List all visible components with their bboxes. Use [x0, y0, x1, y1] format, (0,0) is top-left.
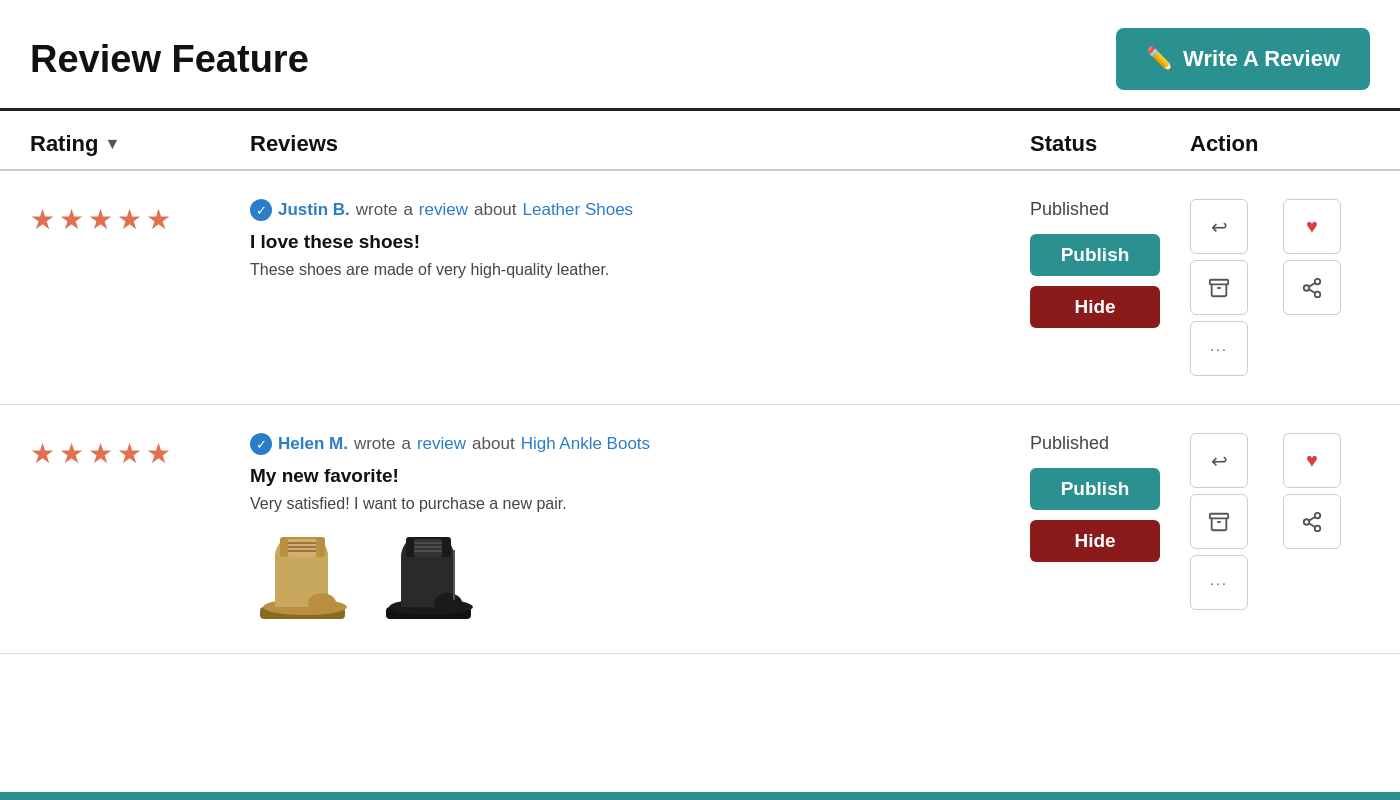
like-button[interactable]: ♥ [1283, 199, 1341, 254]
bottom-bar [0, 792, 1400, 800]
action-column: ↩ ♥ ··· [1190, 199, 1370, 376]
star-2: ★ [59, 437, 84, 470]
rating-column-header[interactable]: Rating ▼ [30, 131, 250, 157]
star-3: ★ [88, 437, 113, 470]
boot-image-dark [376, 525, 486, 625]
action-column: ↩ ♥ ··· [1190, 433, 1370, 610]
svg-point-3 [1315, 291, 1321, 297]
star-rating: ★ ★ ★ ★ ★ [30, 433, 250, 470]
wrote-text: wrote [354, 434, 396, 454]
sort-arrow-icon: ▼ [104, 135, 120, 153]
action-column-header: Action [1190, 131, 1370, 157]
a-text: a [403, 200, 412, 220]
reply-button[interactable]: ↩ [1190, 199, 1248, 254]
review-meta: ✓ Justin B. wrote a review about Leather… [250, 199, 1010, 221]
table-header: Rating ▼ Reviews Status Action [0, 111, 1400, 171]
share-button[interactable] [1283, 260, 1341, 315]
page-title: Review Feature [30, 38, 309, 81]
svg-point-24 [1315, 512, 1321, 518]
svg-line-4 [1309, 289, 1315, 293]
status-column: Published Publish Hide [1030, 433, 1190, 562]
review-title: My new favorite! [250, 465, 1010, 487]
review-images [250, 525, 1010, 625]
star-4: ★ [117, 437, 142, 470]
reviewer-name[interactable]: Helen M. [278, 434, 348, 454]
pencil-icon: ✏️ [1146, 46, 1173, 72]
svg-point-2 [1304, 285, 1310, 291]
hide-button[interactable]: Hide [1030, 286, 1160, 328]
review-body: Very satisfied! I want to purchase a new… [250, 495, 1010, 513]
share-button[interactable] [1283, 494, 1341, 549]
svg-point-26 [1315, 525, 1321, 531]
star-1: ★ [30, 437, 55, 470]
svg-rect-0 [1210, 279, 1228, 284]
reviewer-name[interactable]: Justin B. [278, 200, 350, 220]
svg-line-5 [1309, 282, 1315, 286]
boot-image-tan [250, 525, 360, 625]
archive-button[interactable] [1190, 494, 1248, 549]
svg-rect-23 [1210, 513, 1228, 518]
verified-icon: ✓ [250, 433, 272, 455]
about-text: about [474, 200, 517, 220]
publish-button[interactable]: Publish [1030, 468, 1160, 510]
review-link[interactable]: review [417, 434, 466, 454]
reply-button[interactable]: ↩ [1190, 433, 1248, 488]
page-header: Review Feature ✏️ Write A Review [0, 0, 1400, 111]
review-meta: ✓ Helen M. wrote a review about High Ank… [250, 433, 1010, 455]
status-text: Published [1030, 199, 1109, 220]
star-5: ★ [146, 203, 171, 236]
svg-line-27 [1309, 523, 1315, 527]
status-column-header: Status [1030, 131, 1190, 157]
about-text: about [472, 434, 515, 454]
star-rating: ★ ★ ★ ★ ★ [30, 199, 250, 236]
review-title: I love these shoes! [250, 231, 1010, 253]
write-review-button[interactable]: ✏️ Write A Review [1116, 28, 1370, 90]
status-text: Published [1030, 433, 1109, 454]
reviews-column-header: Reviews [250, 131, 1030, 157]
a-text: a [401, 434, 410, 454]
review-body: These shoes are made of very high-qualit… [250, 261, 1010, 279]
product-link[interactable]: Leather Shoes [523, 200, 634, 220]
star-1: ★ [30, 203, 55, 236]
svg-line-28 [1309, 516, 1315, 520]
archive-button[interactable] [1190, 260, 1248, 315]
more-options-button[interactable]: ··· [1190, 321, 1248, 376]
verified-icon: ✓ [250, 199, 272, 221]
star-5: ★ [146, 437, 171, 470]
wrote-text: wrote [356, 200, 398, 220]
star-2: ★ [59, 203, 84, 236]
svg-point-21 [434, 593, 462, 613]
review-link[interactable]: review [419, 200, 468, 220]
svg-rect-17 [414, 539, 442, 557]
like-button[interactable]: ♥ [1283, 433, 1341, 488]
publish-button[interactable]: Publish [1030, 234, 1160, 276]
table-row: ★ ★ ★ ★ ★ ✓ Helen M. wrote a review abou… [0, 405, 1400, 654]
status-column: Published Publish Hide [1030, 199, 1190, 328]
product-link[interactable]: High Ankle Boots [521, 434, 650, 454]
write-review-label: Write A Review [1183, 46, 1340, 72]
table-row: ★ ★ ★ ★ ★ ✓ Justin B. wrote a review abo… [0, 171, 1400, 405]
more-options-button[interactable]: ··· [1190, 555, 1248, 610]
review-content: ✓ Justin B. wrote a review about Leather… [250, 199, 1030, 291]
star-4: ★ [117, 203, 142, 236]
hide-button[interactable]: Hide [1030, 520, 1160, 562]
svg-rect-9 [288, 539, 316, 557]
svg-point-13 [308, 593, 336, 613]
svg-point-25 [1304, 519, 1310, 525]
star-3: ★ [88, 203, 113, 236]
svg-point-1 [1315, 278, 1321, 284]
review-content: ✓ Helen M. wrote a review about High Ank… [250, 433, 1030, 625]
